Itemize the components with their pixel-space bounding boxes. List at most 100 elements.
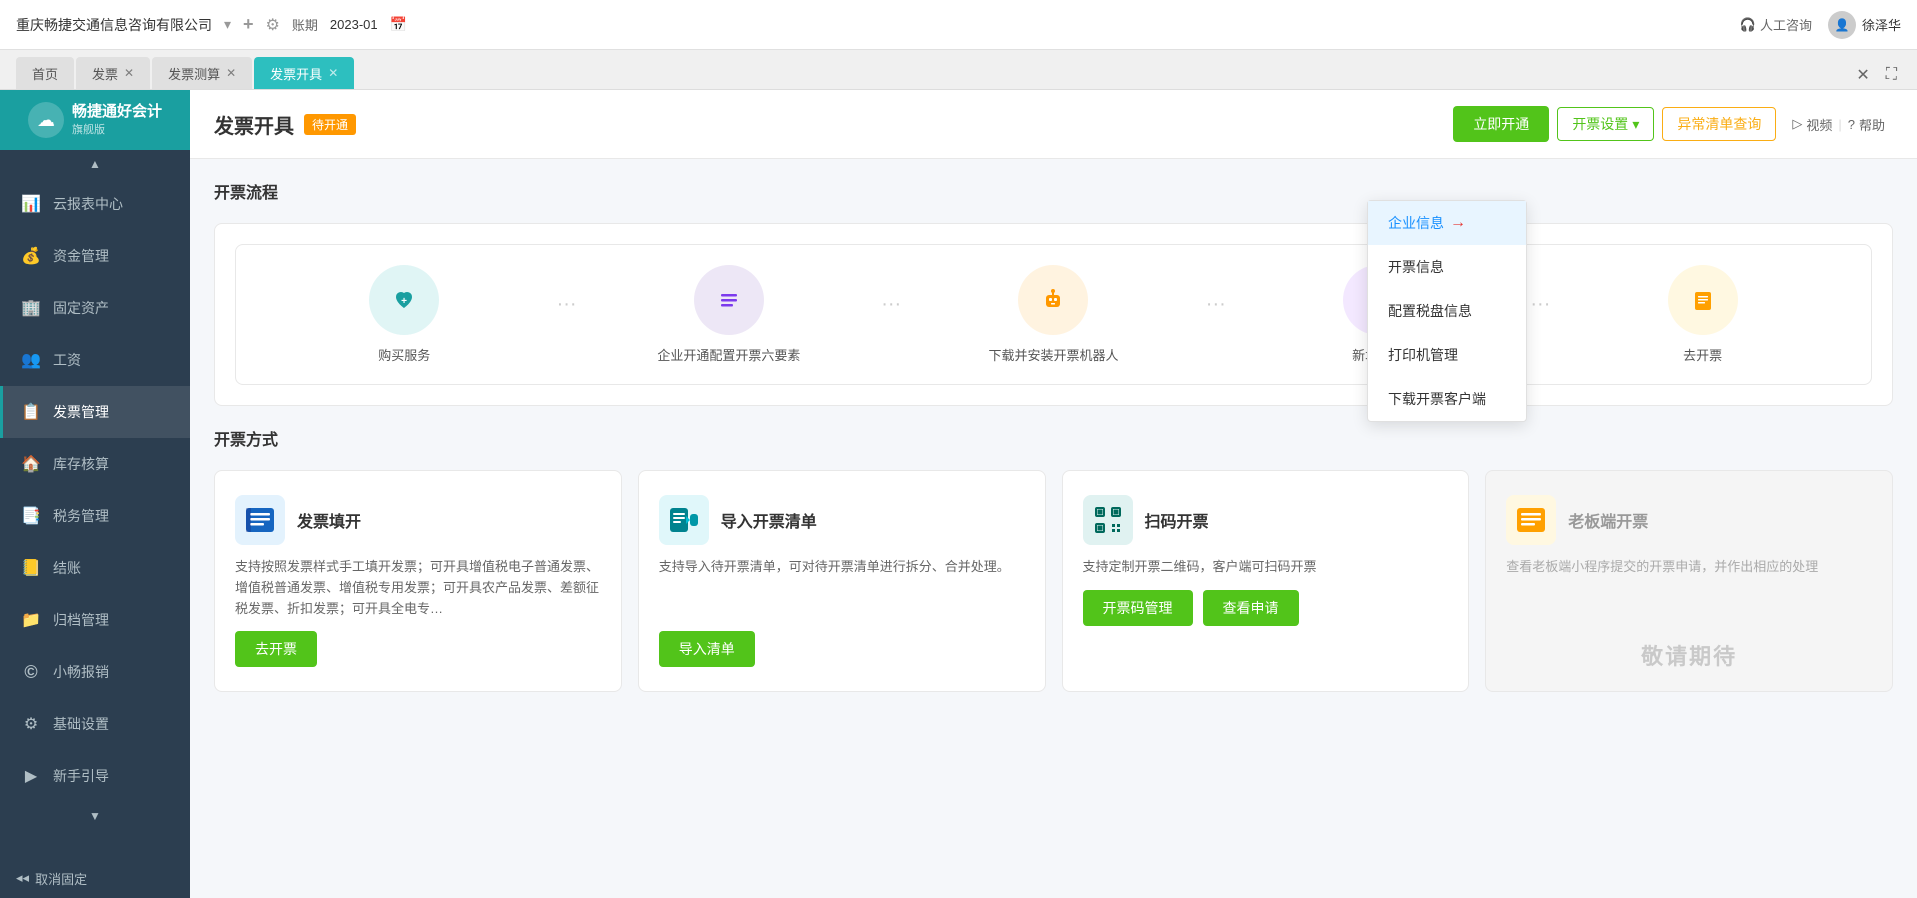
sidebar-scroll-down[interactable]: ▼ — [0, 802, 190, 830]
tab-fapiao-close[interactable]: ✕ — [124, 66, 134, 80]
settings-icon[interactable]: ⚙ — [266, 15, 280, 35]
gudong-icon: 🏢 — [19, 296, 43, 320]
logo-icon: ☁ — [28, 102, 64, 138]
sidebar-item-jiezhang-label: 结账 — [53, 558, 81, 578]
method-import-desc: 支持导入待开票清单，可对待开票清单进行拆分、合并处理。 — [659, 557, 1025, 578]
period-label: 账期 — [292, 15, 318, 34]
logo-text-wrap: 畅捷通好会计 旗舰版 — [72, 103, 162, 137]
sidebar-item-zijin[interactable]: 💰 资金管理 — [0, 230, 190, 282]
tab-fapiao-cesuan-close[interactable]: ✕ — [226, 66, 236, 80]
sidebar-scroll-up[interactable]: ▲ — [0, 150, 190, 178]
method-boss-icon — [1506, 495, 1556, 545]
dropdown-item-printer-label: 打印机管理 — [1388, 345, 1458, 365]
method-scan-btn2[interactable]: 查看申请 — [1203, 590, 1299, 626]
sidebar-item-gongzi[interactable]: 👥 工资 — [0, 334, 190, 386]
tab-close-btn[interactable]: ✕ — [1852, 61, 1873, 89]
add-icon[interactable]: + — [243, 14, 254, 35]
method-import-header: 导入开票清单 — [659, 495, 1025, 545]
sidebar-item-kucun[interactable]: 🏠 库存核算 — [0, 438, 190, 490]
method-import-btn[interactable]: 导入清单 — [659, 631, 755, 667]
step-arrow-1: ··· — [557, 293, 577, 316]
avatar: 👤 — [1828, 11, 1856, 39]
dropdown-item-download-client-label: 下载开票客户端 — [1388, 389, 1486, 409]
sidebar-item-yunbao[interactable]: 📊 云报表中心 — [0, 178, 190, 230]
step2-icon — [694, 265, 764, 335]
methods-grid: 发票填开 支持按照发票样式手工填开发票；可开具增值税电子普通发票、增值税普通发票… — [214, 470, 1893, 692]
heart-plus-icon: + — [386, 282, 422, 318]
tab-home[interactable]: 首页 — [16, 57, 74, 89]
flow-steps: + 购买服务 ··· — [235, 244, 1872, 385]
import-icon — [668, 504, 700, 536]
list-icon — [711, 282, 747, 318]
flow-section-content: + 购买服务 ··· — [214, 223, 1893, 406]
step-arrow-3: ··· — [1206, 293, 1226, 316]
consult-label: 人工咨询 — [1760, 15, 1812, 34]
sidebar-item-xinshou[interactable]: ▶ 新手引导 — [0, 750, 190, 802]
method-fill-desc: 支持按照发票样式手工填开发票；可开具增值税电子普通发票、增值税普通发票、增值税专… — [235, 557, 601, 619]
jiezhang-icon: 📒 — [19, 556, 43, 580]
question-icon: ? — [1848, 117, 1855, 132]
shuiwu-icon: 📑 — [19, 504, 43, 528]
dropdown-item-tax-config[interactable]: 配置税盘信息 — [1368, 289, 1526, 333]
user-info[interactable]: 👤 徐泽华 — [1828, 11, 1901, 39]
consult-button[interactable]: 🎧 人工咨询 — [1740, 15, 1812, 34]
content-area: 发票开具 待开通 立即开通 开票设置 ▾ 异常清单查询 ▷ 视频 | ? 帮助 — [190, 90, 1917, 898]
sidebar-item-fapiao-label: 发票管理 — [53, 402, 109, 422]
step2-label: 企业开通配置开票六要素 — [657, 345, 800, 364]
sidebar-item-guidan[interactable]: 📁 归档管理 — [0, 594, 190, 646]
dropdown-item-enterprise[interactable]: 企业信息 → — [1368, 201, 1526, 245]
dropdown-item-printer[interactable]: 打印机管理 — [1368, 333, 1526, 377]
sidebar-item-fapiao[interactable]: 📋 发票管理 — [0, 386, 190, 438]
methods-section-title: 开票方式 — [214, 426, 1893, 450]
fapiao-icon: 📋 — [19, 400, 43, 424]
tab-home-label: 首页 — [32, 64, 58, 83]
divider: | — [1838, 117, 1841, 132]
settings-dropdown-icon: ▾ — [1632, 116, 1639, 133]
method-import-title: 导入开票清单 — [721, 508, 817, 532]
sidebar-item-jiezhang[interactable]: 📒 结账 — [0, 542, 190, 594]
video-help-button[interactable]: ▷ 视频 | ? 帮助 — [1784, 109, 1893, 140]
settings-button-label: 开票设置 — [1572, 114, 1628, 134]
sidebar-item-jichushezhi[interactable]: ⚙ 基础设置 — [0, 698, 190, 750]
tab-fapiao-kaiju-close[interactable]: ✕ — [328, 66, 338, 80]
step5-label: 去开票 — [1683, 345, 1722, 364]
top-bar: 重庆畅捷交通信息咨询有限公司 ▾ + ⚙ 账期 2023-01 📅 🎧 人工咨询… — [0, 0, 1917, 50]
method-fill-btn[interactable]: 去开票 — [235, 631, 317, 667]
sidebar-item-xiaochang[interactable]: © 小畅报销 — [0, 646, 190, 698]
settings-button[interactable]: 开票设置 ▾ — [1557, 107, 1654, 141]
headset-icon: 🎧 — [1740, 17, 1756, 33]
company-name[interactable]: 重庆畅捷交通信息咨询有限公司 — [16, 15, 212, 35]
xinshou-icon: ▶ — [19, 764, 43, 788]
tab-fapiao[interactable]: 发票 ✕ — [76, 57, 150, 89]
sidebar-item-gongzi-label: 工资 — [53, 350, 81, 370]
sidebar-item-shuiwu[interactable]: 📑 税务管理 — [0, 490, 190, 542]
tab-fapiao-cesuan[interactable]: 发票测算 ✕ — [152, 57, 252, 89]
flow-section-title: 开票流程 — [214, 179, 1893, 203]
sidebar-item-zijin-label: 资金管理 — [53, 246, 109, 266]
dropdown-item-download-client[interactable]: 下载开票客户端 — [1368, 377, 1526, 421]
sidebar-bottom: ◂◂ 取消固定 — [0, 858, 190, 898]
method-fill: 发票填开 支持按照发票样式手工填开发票；可开具增值税电子普通发票、增值税普通发票… — [214, 470, 622, 692]
flow-step-2: 企业开通配置开票六要素 — [581, 265, 878, 364]
fill-invoice-icon — [244, 504, 276, 536]
tab-fapiao-kaiju[interactable]: 发票开具 ✕ — [254, 57, 354, 89]
method-scan: 扫码开票 支持定制开票二维码，客户端可扫码开票 开票码管理 查看申请 — [1062, 470, 1470, 692]
dropdown-icon[interactable]: ▾ — [224, 16, 231, 33]
cancel-fixed-icon: ◂◂ — [16, 870, 29, 886]
cancel-fixed-label: 取消固定 — [35, 869, 87, 888]
dropdown-item-enterprise-label: 企业信息 — [1388, 213, 1444, 233]
method-import: 导入开票清单 支持导入待开票清单，可对待开票清单进行拆分、合并处理。 导入清单 — [638, 470, 1046, 692]
period-calendar-icon[interactable]: 📅 — [390, 16, 407, 33]
sidebar-item-guidan-label: 归档管理 — [53, 610, 109, 630]
dropdown-item-invoice-info[interactable]: 开票信息 — [1368, 245, 1526, 289]
method-scan-btn1[interactable]: 开票码管理 — [1083, 590, 1193, 626]
sidebar-item-kucun-label: 库存核算 — [53, 454, 109, 474]
sidebar-item-gudong[interactable]: 🏢 固定资产 — [0, 282, 190, 334]
sidebar: ☁ 畅捷通好会计 旗舰版 ▲ 📊 云报表中心 💰 资金管理 🏢 固定资产 👥 工… — [0, 90, 190, 898]
activate-button[interactable]: 立即开通 — [1453, 106, 1549, 142]
tab-expand-btn[interactable]: ⛶ — [1882, 62, 1901, 88]
exception-button[interactable]: 异常清单查询 — [1662, 107, 1776, 141]
settings-dropdown-menu: 企业信息 → 开票信息 配置税盘信息 打印机管理 下载开票客户端 — [1367, 200, 1527, 422]
logo-sub: 旗舰版 — [72, 121, 162, 137]
sidebar-cancel-fixed[interactable]: ◂◂ 取消固定 — [0, 858, 190, 898]
